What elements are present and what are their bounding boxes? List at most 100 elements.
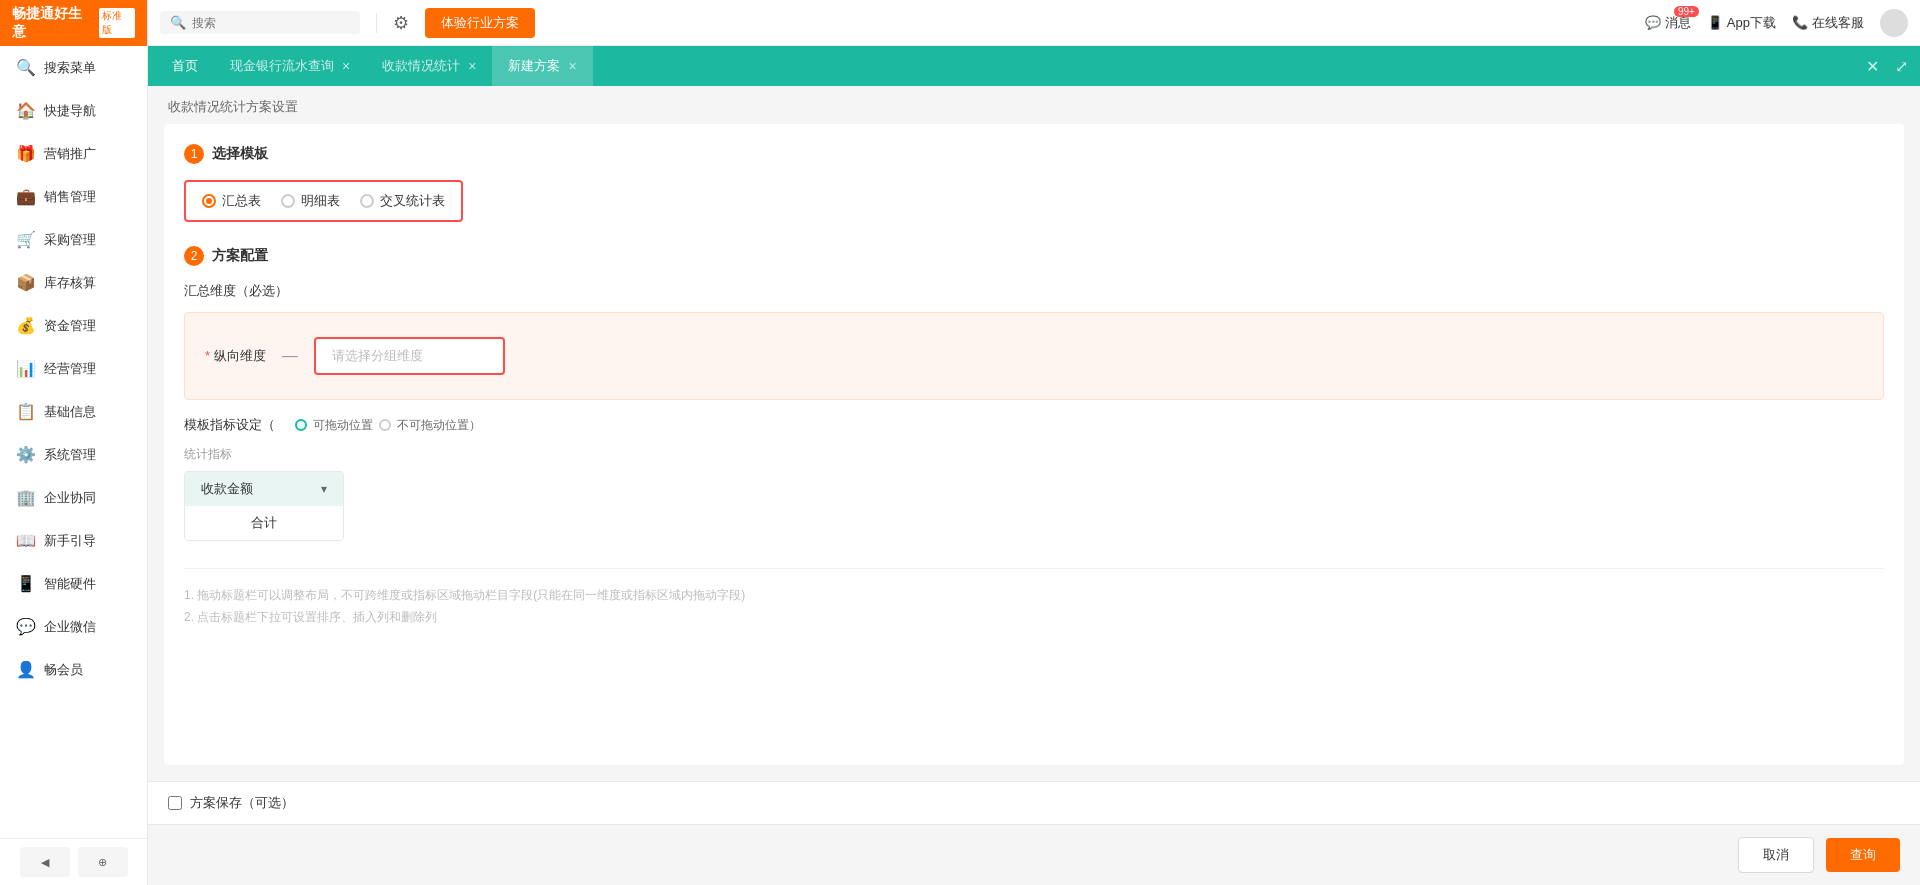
topbar-right: 💬 消息 99+ 📱 App下载 📞 在线客服	[1645, 9, 1908, 37]
tip-2: 2. 点击标题栏下拉可设置排序、插入列和删除列	[184, 607, 1884, 629]
radio-detail[interactable]: 明细表	[281, 192, 340, 210]
draggable-dot	[295, 419, 307, 431]
radio-detail-label: 明细表	[301, 192, 340, 210]
sidebar-item-wechat[interactable]: 💬 企业微信	[0, 605, 147, 648]
enterprise-icon: 🏢	[16, 488, 36, 507]
try-btn[interactable]: 体验行业方案	[425, 8, 535, 38]
sidebar-item-finance[interactable]: 💰 资金管理	[0, 304, 147, 347]
gear-icon[interactable]: ⚙	[393, 12, 409, 34]
sidebar-item-label: 系统管理	[44, 446, 96, 464]
search-menu-icon: 🔍	[16, 58, 36, 77]
not-draggable-label: 不可拖动位置）	[397, 417, 481, 434]
step1-title: 选择模板	[212, 145, 268, 163]
dimension-selector[interactable]: 请选择分组维度	[314, 337, 505, 375]
sidebar-item-search-menu[interactable]: 🔍 搜索菜单	[0, 46, 147, 89]
topbar-search[interactable]: 🔍	[160, 11, 360, 34]
tip-1: 1. 拖动标题栏可以调整布局，不可跨维度或指标区域拖动栏目字段(只能在同一维度或…	[184, 585, 1884, 607]
dimension-row: * 纵向维度 — 请选择分组维度	[205, 337, 1863, 375]
sidebar-bottom: ◀ ⊕	[0, 838, 147, 885]
template-radio-group: 汇总表 明细表 交叉统计表	[202, 192, 445, 210]
search-input[interactable]	[192, 16, 332, 30]
message-icon: 💬	[1645, 15, 1661, 30]
sidebar-item-purchase[interactable]: 🛒 采购管理	[0, 218, 147, 261]
support-icon: 📞	[1792, 15, 1808, 30]
not-draggable-dot	[379, 419, 391, 431]
download-icon: 📱	[1707, 15, 1723, 30]
radio-cross-label: 交叉统计表	[380, 192, 445, 210]
sidebar-item-operation[interactable]: 📊 经营管理	[0, 347, 147, 390]
tab-new-plan[interactable]: 新建方案 ×	[492, 46, 592, 86]
sidebar-btn-2[interactable]: ⊕	[78, 847, 128, 877]
template-selection-box: 汇总表 明细表 交叉统计表	[184, 180, 463, 222]
save-checkbox[interactable]	[168, 796, 182, 810]
sidebar-item-label: 企业协同	[44, 489, 96, 507]
download-label: App下载	[1727, 14, 1776, 32]
tab-maximize-btn[interactable]: ⤢	[1891, 53, 1912, 80]
metric-label-prefix: 模板指标设定（	[184, 417, 275, 432]
support-label: 在线客服	[1812, 14, 1864, 32]
save-section: 方案保存（可选）	[148, 781, 1920, 824]
sidebar-item-label: 资金管理	[44, 317, 96, 335]
metric-col-header[interactable]: 收款金额 ▾	[185, 472, 343, 506]
radio-cross[interactable]: 交叉统计表	[360, 192, 445, 210]
logo-badge: 标准版	[99, 8, 135, 38]
sidebar-item-label: 基础信息	[44, 403, 96, 421]
sidebar-item-marketing[interactable]: 🎁 营销推广	[0, 132, 147, 175]
main: 🔍 ⚙ 体验行业方案 💬 消息 99+ 📱 App下载 📞 在线客服	[148, 0, 1920, 885]
metric-header: 模板指标设定（ 可拖动位置 不可拖动位置）	[184, 416, 1884, 434]
sidebar: 畅捷通好生意 标准版 🔍 搜索菜单 🏠 快捷导航 🎁 营销推广 💼 销售管理 🛒…	[0, 0, 148, 885]
sidebar-item-label: 企业微信	[44, 618, 96, 636]
sidebar-item-enterprise[interactable]: 🏢 企业协同	[0, 476, 147, 519]
content: 收款情况统计方案设置 1 选择模板 汇总表 明细	[148, 86, 1920, 824]
dimension-area: * 纵向维度 — 请选择分组维度	[184, 312, 1884, 400]
home-tab-label: 首页	[172, 57, 198, 75]
collection-stats-tab-close[interactable]: ×	[468, 58, 476, 74]
user-avatar[interactable]	[1880, 9, 1908, 37]
sidebar-item-sales[interactable]: 💼 销售管理	[0, 175, 147, 218]
sidebar-item-member[interactable]: 👤 畅会员	[0, 648, 147, 691]
summary-label: 汇总维度（必选）	[184, 282, 1884, 300]
metric-setting-label: 模板指标设定（	[184, 416, 275, 434]
notification-item[interactable]: 💬 消息 99+	[1645, 14, 1691, 32]
sidebar-item-label: 新手引导	[44, 532, 96, 550]
tips-section: 1. 拖动标题栏可以调整布局，不可跨维度或指标区域拖动栏目字段(只能在同一维度或…	[184, 568, 1884, 628]
step2-badge: 2	[184, 246, 204, 266]
radio-summary-circle	[202, 194, 216, 208]
collection-stats-tab-label: 收款情况统计	[382, 57, 460, 75]
tab-home[interactable]: 首页	[156, 46, 214, 86]
topbar: 🔍 ⚙ 体验行业方案 💬 消息 99+ 📱 App下载 📞 在线客服	[148, 0, 1920, 46]
support-item[interactable]: 📞 在线客服	[1792, 14, 1864, 32]
step2-header: 2 方案配置	[184, 246, 1884, 266]
bank-flow-tab-close[interactable]: ×	[342, 58, 350, 74]
page-title: 收款情况统计方案设置	[148, 86, 1920, 124]
form-card: 1 选择模板 汇总表 明细表	[164, 124, 1904, 765]
sidebar-item-label: 快捷导航	[44, 102, 96, 120]
sidebar-item-system[interactable]: ⚙️ 系统管理	[0, 433, 147, 476]
sidebar-item-label: 库存核算	[44, 274, 96, 292]
tabbar: 首页 现金银行流水查询 × 收款情况统计 × 新建方案 × ✕ ⤢	[148, 46, 1920, 86]
tab-close-all-btn[interactable]: ✕	[1862, 53, 1883, 80]
cancel-button[interactable]: 取消	[1738, 837, 1814, 873]
metric-total-label: 合计	[251, 515, 277, 530]
sidebar-item-basic-info[interactable]: 📋 基础信息	[0, 390, 147, 433]
radio-cross-circle	[360, 194, 374, 208]
sidebar-item-quick-nav[interactable]: 🏠 快捷导航	[0, 89, 147, 132]
topbar-search-icon: 🔍	[170, 15, 186, 30]
query-button[interactable]: 查询	[1826, 838, 1900, 872]
radio-summary[interactable]: 汇总表	[202, 192, 261, 210]
sidebar-item-guide[interactable]: 📖 新手引导	[0, 519, 147, 562]
tab-collection-stats[interactable]: 收款情况统计 ×	[366, 46, 492, 86]
sidebar-item-inventory[interactable]: 📦 库存核算	[0, 261, 147, 304]
radio-detail-circle	[281, 194, 295, 208]
sidebar-btn-1[interactable]: ◀	[20, 847, 70, 877]
draggable-label: 可拖动位置	[313, 417, 373, 434]
tab-bank-flow[interactable]: 现金银行流水查询 ×	[214, 46, 366, 86]
notification-badge: 99+	[1674, 6, 1699, 17]
sidebar-item-hardware[interactable]: 📱 智能硬件	[0, 562, 147, 605]
download-item[interactable]: 📱 App下载	[1707, 14, 1776, 32]
sidebar-item-label: 智能硬件	[44, 575, 96, 593]
radio-summary-label: 汇总表	[222, 192, 261, 210]
new-plan-tab-label: 新建方案	[508, 57, 560, 75]
required-star: * 纵向维度	[205, 347, 266, 365]
new-plan-tab-close[interactable]: ×	[568, 58, 576, 74]
